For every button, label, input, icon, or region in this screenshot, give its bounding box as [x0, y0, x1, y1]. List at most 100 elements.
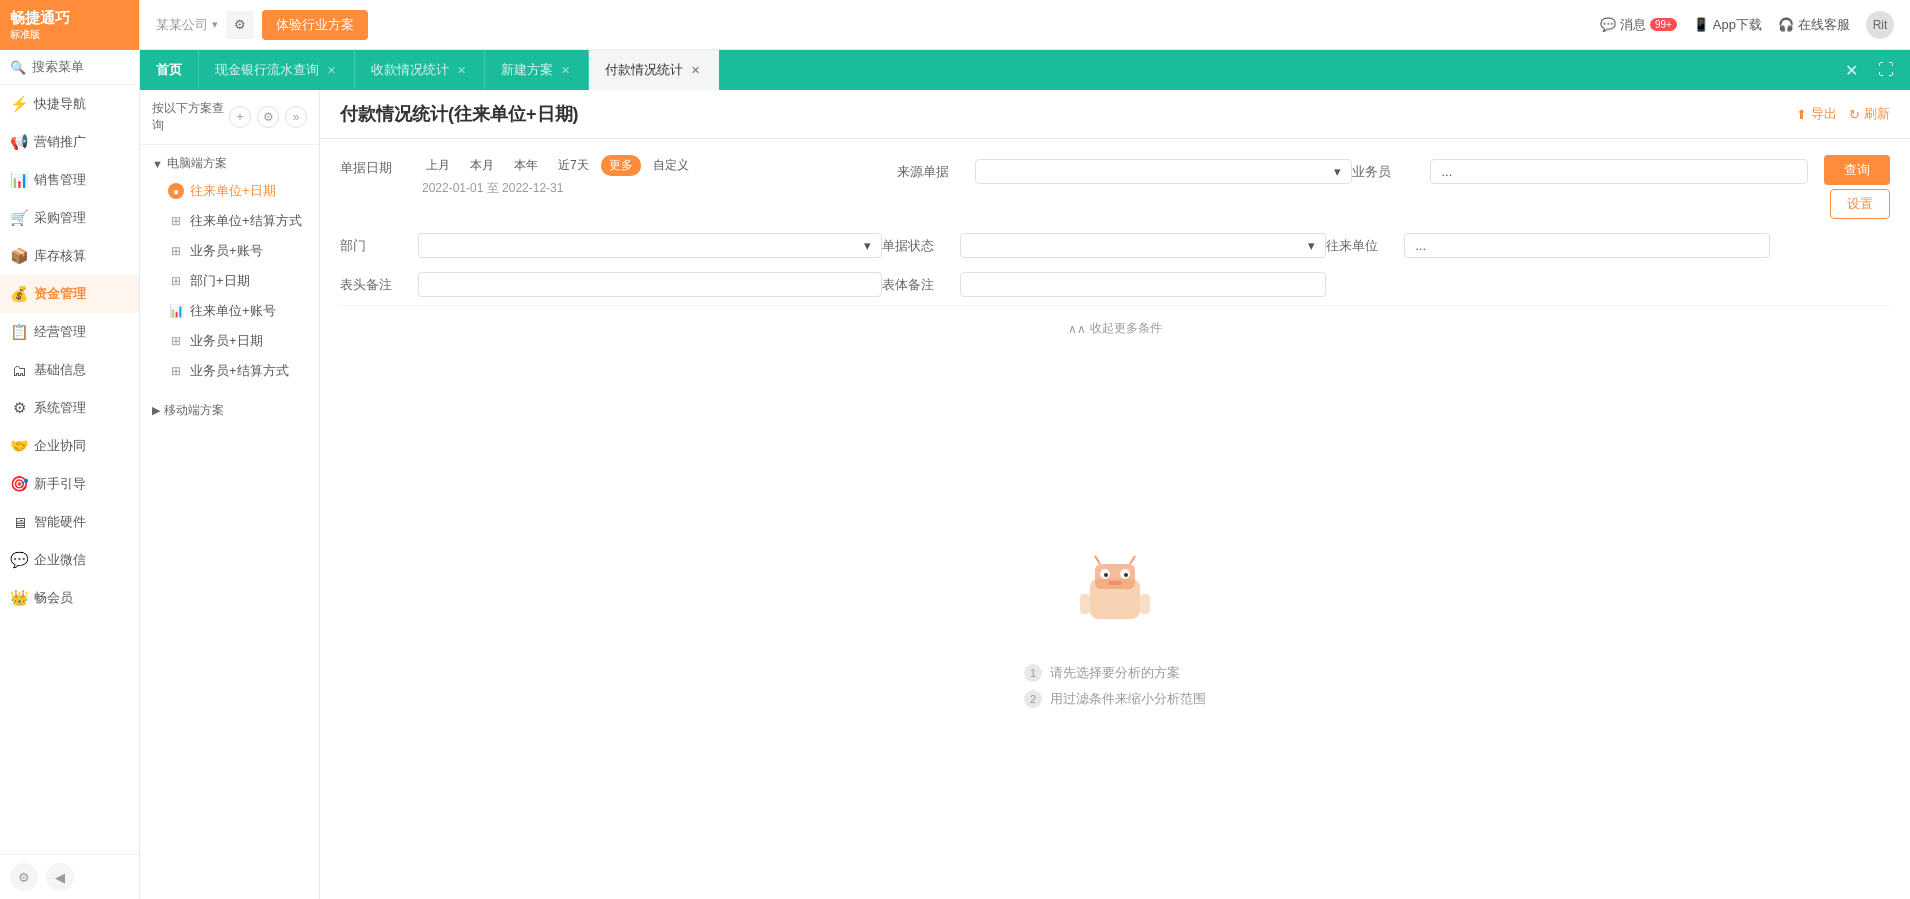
chevron-right-icon-mobile: ▶ — [152, 404, 160, 417]
user-avatar[interactable]: Rit — [1866, 11, 1894, 39]
grid-icon-5: ⊞ — [168, 363, 184, 379]
tree-item-unit-date[interactable]: ● 往来单位+日期 — [140, 176, 319, 206]
sidebar-item-guide[interactable]: 🎯 新手引导 — [0, 465, 139, 503]
online-service-action[interactable]: 🎧 在线客服 — [1778, 16, 1850, 34]
tree-item-dept-date[interactable]: ⊞ 部门+日期 — [140, 266, 319, 296]
sidebar-collapse-btn[interactable]: ◀ — [46, 863, 74, 891]
tree-item-staff-settle[interactable]: ⊞ 业务员+结算方式 — [140, 356, 319, 386]
tab-payment-stats-close[interactable]: ✕ — [455, 62, 468, 79]
tab-home-label: 首页 — [156, 61, 182, 79]
date-tab-more[interactable]: 更多 — [601, 155, 641, 176]
order-status-select[interactable]: ▾ — [960, 233, 1326, 258]
messages-badge: 99+ — [1650, 18, 1677, 31]
tab-new-plan[interactable]: 新建方案 ✕ — [485, 50, 589, 90]
tab-new-plan-close[interactable]: ✕ — [559, 62, 572, 79]
sidebar-item-marketing[interactable]: 📢 营销推广 — [0, 123, 139, 161]
date-tab-this-year[interactable]: 本年 — [506, 155, 546, 176]
sidebar-item-wechat[interactable]: 💬 企业微信 — [0, 541, 139, 579]
query-btn[interactable]: 查询 — [1824, 155, 1890, 185]
query-settings-col: 查询 设置 — [1808, 155, 1890, 219]
sidebar-item-system[interactable]: ⚙ 系统管理 — [0, 389, 139, 427]
sidebar-item-label: 库存核算 — [34, 247, 86, 265]
counterpart-label: 往来单位 — [1326, 237, 1396, 255]
service-icon: 🎧 — [1778, 17, 1794, 32]
active-dot-icon: ● — [168, 183, 184, 199]
panel-collapse-btn[interactable]: » — [285, 106, 307, 128]
date-tab-7days[interactable]: 近7天 — [550, 155, 597, 176]
desktop-group-title[interactable]: ▼ 电脑端方案 — [140, 151, 319, 176]
date-tab-this-month[interactable]: 本月 — [462, 155, 502, 176]
dept-select[interactable]: ▾ — [418, 233, 882, 258]
tab-pay-stats-close[interactable]: ✕ — [689, 62, 702, 79]
staff-input[interactable] — [1430, 159, 1808, 184]
filter-settings-btn[interactable]: 设置 — [1830, 189, 1890, 219]
tree-item-dept-date-label: 部门+日期 — [190, 272, 250, 290]
mobile-group-title[interactable]: ▶ 移动端方案 — [140, 398, 319, 423]
tab-fullscreen-btn[interactable]: ⛶ — [1872, 59, 1900, 81]
counterpart-input[interactable] — [1404, 233, 1770, 258]
sidebar-item-label: 销售管理 — [34, 171, 86, 189]
sidebar-item-basic-info[interactable]: 🗂 基础信息 — [0, 351, 139, 389]
export-icon: ⬆ — [1796, 107, 1807, 122]
date-tab-custom[interactable]: 自定义 — [645, 155, 697, 176]
add-plan-btn[interactable]: + — [229, 106, 251, 128]
source-order-select[interactable]: ▾ — [975, 159, 1353, 184]
trial-btn[interactable]: 体验行业方案 — [262, 10, 368, 40]
refresh-icon: ↻ — [1849, 107, 1860, 122]
sidebar-item-sales[interactable]: 📊 销售管理 — [0, 161, 139, 199]
staff-label: 业务员 — [1352, 163, 1422, 181]
phone-icon: 📱 — [1693, 17, 1709, 32]
tree-item-unit-date-label: 往来单位+日期 — [190, 182, 276, 200]
sidebar-item-hardware[interactable]: 🖥 智能硬件 — [0, 503, 139, 541]
tab-bank-close[interactable]: ✕ — [325, 62, 338, 79]
settings-small-icon: ⚙ — [263, 110, 274, 124]
header-note-input[interactable] — [418, 272, 882, 297]
tree-item-unit-account[interactable]: 📊 往来单位+账号 — [140, 296, 319, 326]
collapse-btn[interactable]: ∧∧ 收起更多条件 — [1068, 314, 1162, 343]
plan-settings-btn[interactable]: ⚙ — [257, 106, 279, 128]
tree-item-staff-date[interactable]: ⊞ 业务员+日期 — [140, 326, 319, 356]
settings-icon: ⚙ — [18, 870, 30, 885]
tree-item-staff-date-label: 业务员+日期 — [190, 332, 263, 350]
app-download-action[interactable]: 📱 App下载 — [1693, 16, 1762, 34]
tree-item-staff-account[interactable]: ⊞ 业务员+账号 — [140, 236, 319, 266]
sidebar-item-purchase[interactable]: 🛒 采购管理 — [0, 199, 139, 237]
sidebar-item-inventory[interactable]: 📦 库存核算 — [0, 237, 139, 275]
refresh-btn[interactable]: ↻ 刷新 — [1849, 105, 1890, 123]
member-icon: 👑 — [10, 589, 28, 607]
sidebar-item-label: 系统管理 — [34, 399, 86, 417]
sidebar-item-quick-nav[interactable]: ⚡ 快捷导航 — [0, 85, 139, 123]
company-selector[interactable]: 某某公司 ▾ — [156, 16, 218, 34]
gear-btn[interactable]: ⚙ — [226, 11, 254, 39]
svg-line-10 — [1130, 556, 1135, 564]
sidebar-item-label: 营销推广 — [34, 133, 86, 151]
mobile-group-label: 移动端方案 — [164, 402, 224, 419]
tree-item-unit-settle-label: 往来单位+结算方式 — [190, 212, 302, 230]
top-bar-right: 💬 消息 99+ 📱 App下载 🎧 在线客服 Rit — [1600, 11, 1894, 39]
basic-info-icon: 🗂 — [10, 361, 28, 379]
online-service-label: 在线客服 — [1798, 16, 1850, 34]
right-content: 付款情况统计(往来单位+日期) ⬆ 导出 ↻ 刷新 单 — [320, 90, 1910, 899]
export-btn[interactable]: ⬆ 导出 — [1796, 105, 1837, 123]
tab-payment-stats[interactable]: 收款情况统计 ✕ — [355, 50, 485, 90]
sidebar-item-operation[interactable]: 📋 经营管理 — [0, 313, 139, 351]
cooperation-icon: 🤝 — [10, 437, 28, 455]
sidebar-search[interactable]: 🔍 搜索菜单 — [0, 50, 139, 85]
system-icon: ⚙ — [10, 399, 28, 417]
tab-pay-stats[interactable]: 付款情况统计 ✕ — [589, 50, 719, 90]
dropdown-icon: ▾ — [1334, 164, 1341, 179]
tree-item-unit-settle[interactable]: ⊞ 往来单位+结算方式 — [140, 206, 319, 236]
sidebar-item-finance[interactable]: 💰 资金管理 — [0, 275, 139, 313]
date-tab-last-month[interactable]: 上月 — [418, 155, 458, 176]
sidebar-settings-btn[interactable]: ⚙ — [10, 863, 38, 891]
messages-action[interactable]: 💬 消息 99+ — [1600, 16, 1677, 34]
tab-close-all-btn[interactable]: ✕ — [1839, 59, 1864, 82]
top-bar-left: 某某公司 ▾ ⚙ 体验行业方案 — [156, 10, 368, 40]
tab-home[interactable]: 首页 — [140, 50, 199, 90]
body-note-input[interactable] — [960, 272, 1326, 297]
sidebar-item-cooperation[interactable]: 🤝 企业协同 — [0, 427, 139, 465]
sidebar-item-member[interactable]: 👑 畅会员 — [0, 579, 139, 617]
operation-icon: 📋 — [10, 323, 28, 341]
tab-bank[interactable]: 现金银行流水查询 ✕ — [199, 50, 355, 90]
tip-text-2: 用过滤条件来缩小分析范围 — [1050, 690, 1206, 708]
